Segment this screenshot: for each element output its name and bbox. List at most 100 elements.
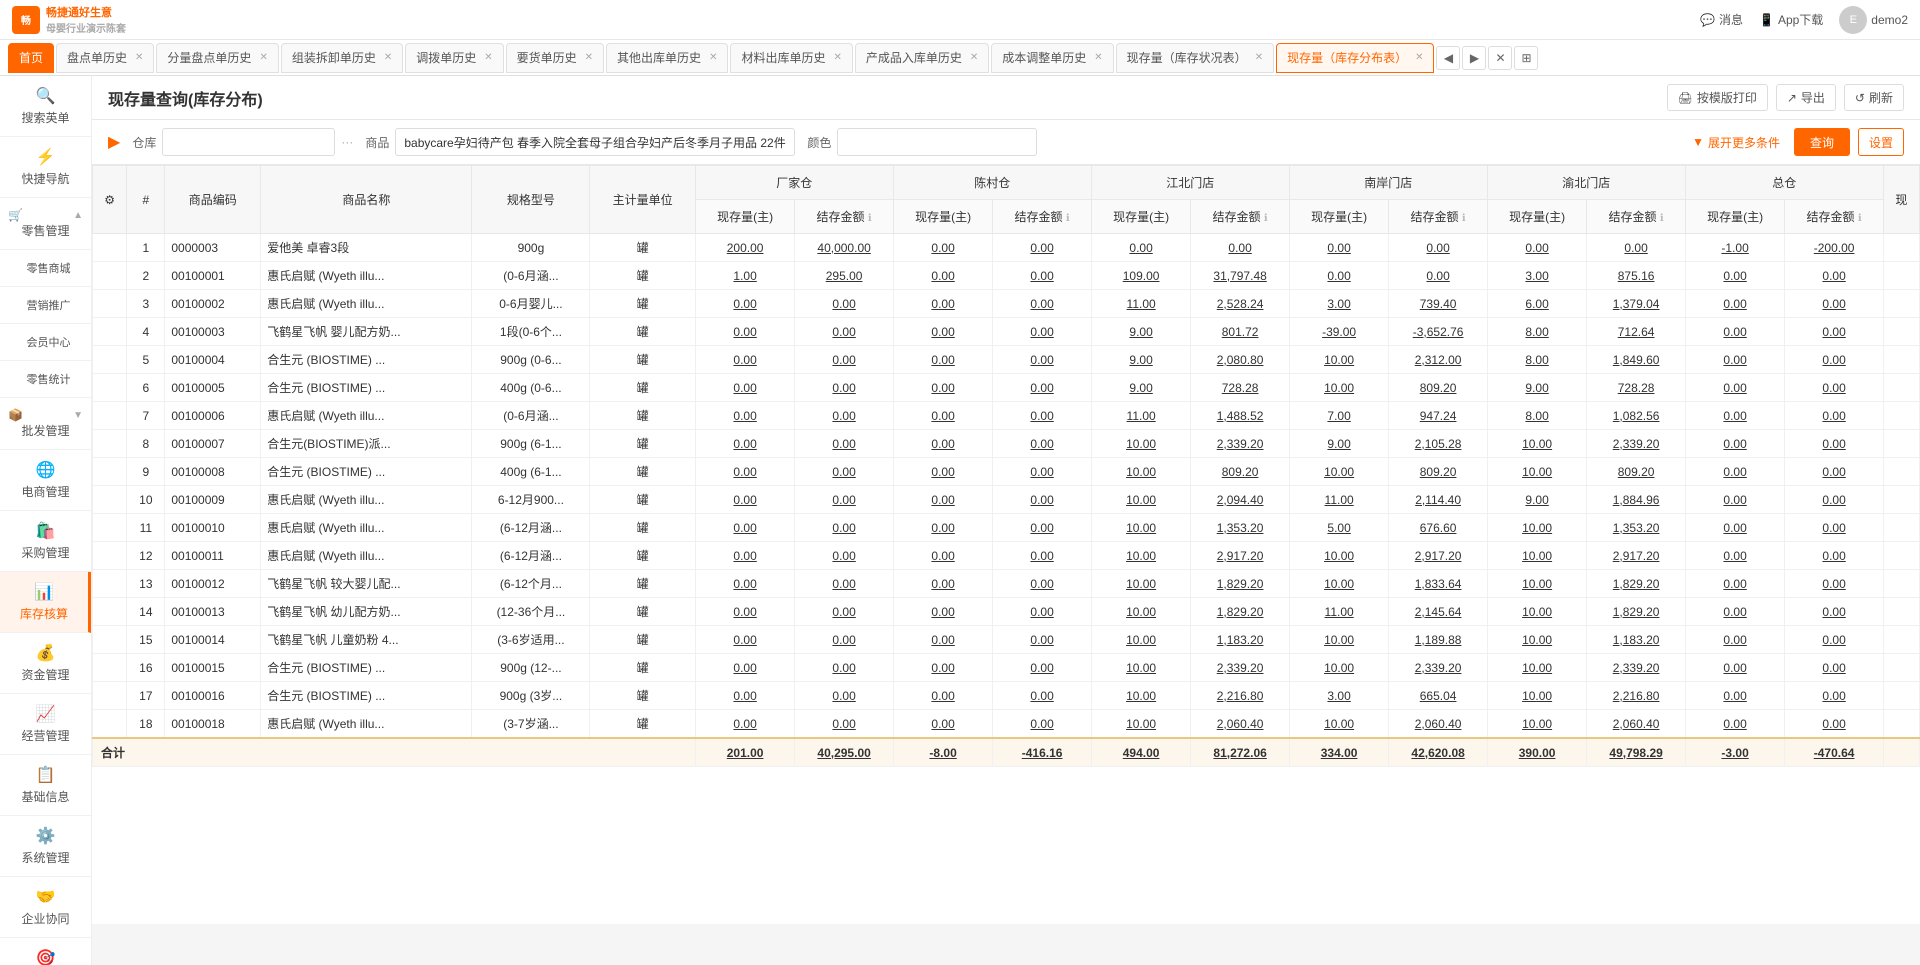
export-button[interactable]: ↗ 导出 [1776, 84, 1836, 111]
row-nanshore-qty[interactable]: -39.00 [1289, 318, 1389, 346]
row-yubei-qty[interactable]: 8.00 [1487, 346, 1587, 374]
chen-amt-info-icon[interactable]: ℹ [1066, 213, 1070, 224]
row-chen-qty[interactable]: 0.00 [893, 654, 993, 682]
row-chen-amt[interactable]: 0.00 [993, 234, 1091, 262]
row-yubei-amt[interactable]: 1,353.20 [1587, 514, 1685, 542]
row-nanshore-amt[interactable]: 809.20 [1389, 374, 1487, 402]
row-chen-amt[interactable]: 0.00 [993, 346, 1091, 374]
print-button[interactable]: 🖨 按模版打印 [1667, 84, 1768, 111]
row-total-amt[interactable]: 0.00 [1785, 318, 1883, 346]
row-factory-amt[interactable]: 0.00 [795, 458, 893, 486]
row-factory-qty[interactable]: 0.00 [695, 486, 795, 514]
tab-close-cost[interactable]: ✕ [1094, 52, 1102, 63]
tab-transfer[interactable]: 调拨单历史 ✕ [405, 43, 503, 73]
row-chen-amt[interactable]: 0.00 [993, 486, 1091, 514]
row-yubei-qty[interactable]: 10.00 [1487, 514, 1587, 542]
row-factory-qty[interactable]: 200.00 [695, 234, 795, 262]
row-yubei-qty[interactable]: 10.00 [1487, 430, 1587, 458]
row-jiangbei-qty[interactable]: 10.00 [1091, 458, 1191, 486]
row-chen-qty[interactable]: 0.00 [893, 402, 993, 430]
row-factory-amt[interactable]: 0.00 [795, 430, 893, 458]
row-chen-qty[interactable]: 0.00 [893, 290, 993, 318]
row-yubei-amt[interactable]: 2,216.80 [1587, 682, 1685, 710]
row-nanshore-qty[interactable]: 10.00 [1289, 654, 1389, 682]
row-nanshore-amt[interactable]: 665.04 [1389, 682, 1487, 710]
tab-close-branch[interactable]: ✕ [259, 52, 267, 63]
row-nanshore-qty[interactable]: 7.00 [1289, 402, 1389, 430]
row-nanshore-qty[interactable]: 11.00 [1289, 598, 1389, 626]
tab-stock-dist[interactable]: 现存量（库存分布表） ✕ [1276, 43, 1434, 73]
row-nanshore-amt[interactable]: 676.60 [1389, 514, 1487, 542]
sidebar-item-marketing[interactable]: 营销推广 [0, 287, 91, 324]
row-total-qty[interactable]: 0.00 [1685, 430, 1785, 458]
row-total-qty[interactable]: 0.00 [1685, 374, 1785, 402]
row-factory-amt[interactable]: 40,000.00 [795, 234, 893, 262]
row-jiangbei-qty[interactable]: 10.00 [1091, 598, 1191, 626]
goods-input[interactable] [395, 128, 795, 156]
row-yubei-qty[interactable]: 6.00 [1487, 290, 1587, 318]
row-total-qty[interactable]: 0.00 [1685, 654, 1785, 682]
row-total-amt[interactable]: 0.00 [1785, 374, 1883, 402]
sidebar-item-retail[interactable]: 🛒 ▲ 零售管理 [0, 198, 91, 250]
row-yubei-amt[interactable]: 1,183.20 [1587, 626, 1685, 654]
row-gear[interactable] [93, 234, 127, 262]
row-factory-qty[interactable]: 0.00 [695, 682, 795, 710]
row-total-amt[interactable]: 0.00 [1785, 290, 1883, 318]
row-nanshore-amt[interactable]: 0.00 [1389, 262, 1487, 290]
row-total-amt[interactable]: 0.00 [1785, 654, 1883, 682]
tab-close-combo[interactable]: ✕ [384, 52, 392, 63]
row-chen-qty[interactable]: 0.00 [893, 486, 993, 514]
summary-yubei-amt[interactable]: 49,798.29 [1587, 738, 1685, 767]
row-chen-amt[interactable]: 0.00 [993, 570, 1091, 598]
row-factory-amt[interactable]: 0.00 [795, 654, 893, 682]
row-yubei-amt[interactable]: 728.28 [1587, 374, 1685, 402]
row-yubei-qty[interactable]: 8.00 [1487, 402, 1587, 430]
row-yubei-amt[interactable]: 809.20 [1587, 458, 1685, 486]
row-chen-qty[interactable]: 0.00 [893, 710, 993, 739]
row-factory-qty[interactable]: 1.00 [695, 262, 795, 290]
row-jiangbei-qty[interactable]: 9.00 [1091, 374, 1191, 402]
row-jiangbei-qty[interactable]: 109.00 [1091, 262, 1191, 290]
row-yubei-amt[interactable]: 875.16 [1587, 262, 1685, 290]
row-factory-qty[interactable]: 0.00 [695, 318, 795, 346]
row-jiangbei-qty[interactable]: 10.00 [1091, 514, 1191, 542]
row-total-amt[interactable]: 0.00 [1785, 458, 1883, 486]
row-jiangbei-amt[interactable]: 2,339.20 [1191, 430, 1289, 458]
row-factory-qty[interactable]: 0.00 [695, 346, 795, 374]
summary-yubei-qty[interactable]: 390.00 [1487, 738, 1587, 767]
row-chen-qty[interactable]: 0.00 [893, 542, 993, 570]
row-jiangbei-qty[interactable]: 10.00 [1091, 570, 1191, 598]
row-factory-qty[interactable]: 0.00 [695, 514, 795, 542]
warehouse-input[interactable] [162, 128, 335, 156]
row-factory-qty[interactable]: 0.00 [695, 458, 795, 486]
row-total-amt[interactable]: 0.00 [1785, 542, 1883, 570]
row-total-amt[interactable]: 0.00 [1785, 402, 1883, 430]
tab-other-out[interactable]: 其他出库单历史 ✕ [606, 43, 728, 73]
row-chen-amt[interactable]: 0.00 [993, 458, 1091, 486]
row-gear[interactable] [93, 402, 127, 430]
summary-nanshore-amt[interactable]: 42,620.08 [1389, 738, 1487, 767]
row-gear[interactable] [93, 290, 127, 318]
row-jiangbei-amt[interactable]: 2,060.40 [1191, 710, 1289, 739]
summary-total-qty[interactable]: -3.00 [1685, 738, 1785, 767]
row-chen-amt[interactable]: 0.00 [993, 290, 1091, 318]
row-factory-amt[interactable]: 0.00 [795, 626, 893, 654]
summary-jiangbei-qty[interactable]: 494.00 [1091, 738, 1191, 767]
factory-amt-info-icon[interactable]: ℹ [868, 213, 872, 224]
row-yubei-qty[interactable]: 10.00 [1487, 682, 1587, 710]
row-jiangbei-amt[interactable]: 2,094.40 [1191, 486, 1289, 514]
row-nanshore-amt[interactable]: 1,189.88 [1389, 626, 1487, 654]
row-yubei-amt[interactable]: 2,339.20 [1587, 430, 1685, 458]
row-chen-qty[interactable]: 0.00 [893, 318, 993, 346]
row-jiangbei-qty[interactable]: 10.00 [1091, 542, 1191, 570]
row-yubei-amt[interactable]: 1,884.96 [1587, 486, 1685, 514]
row-nanshore-amt[interactable]: 739.40 [1389, 290, 1487, 318]
refresh-button[interactable]: ↺ 刷新 [1844, 84, 1904, 111]
sidebar-item-search[interactable]: 🔍 搜索英单 [0, 76, 91, 137]
row-yubei-amt[interactable]: 1,849.60 [1587, 346, 1685, 374]
row-gear[interactable] [93, 430, 127, 458]
row-total-qty[interactable]: 0.00 [1685, 682, 1785, 710]
row-jiangbei-qty[interactable]: 10.00 [1091, 486, 1191, 514]
row-nanshore-amt[interactable]: 2,917.20 [1389, 542, 1487, 570]
row-chen-qty[interactable]: 0.00 [893, 346, 993, 374]
